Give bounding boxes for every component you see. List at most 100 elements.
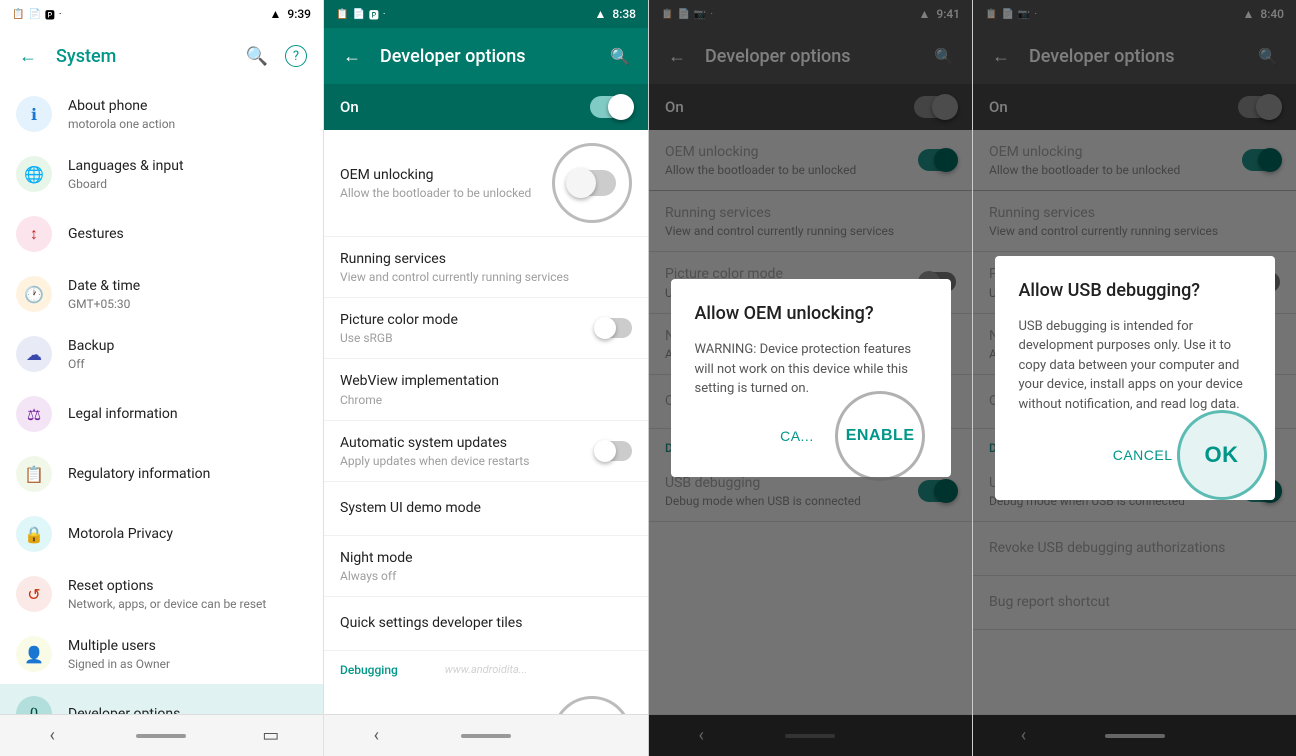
users-title: Multiple users — [68, 637, 307, 655]
regulatory-title: Regulatory information — [68, 465, 307, 483]
developer-on-row[interactable]: On — [324, 84, 648, 130]
usb-circle-highlight — [552, 696, 632, 714]
usb-dialog-title: Allow USB debugging? — [1019, 280, 1251, 301]
oem-subtitle: Allow the bootloader to be unlocked — [340, 186, 552, 200]
auto-updates-toggle[interactable] — [596, 441, 632, 461]
setting-legal[interactable]: ⚖ Legal information — [0, 384, 323, 444]
setting-languages[interactable]: 🌐 Languages & input Gboard — [0, 144, 323, 204]
privacy-text: Motorola Privacy — [68, 525, 307, 543]
datetime-title: Date & time — [68, 277, 307, 295]
auto-updates-title: Automatic system updates — [340, 434, 596, 452]
notification-icon-1: 📋 — [12, 9, 24, 20]
oem-cancel-button[interactable]: Ca... — [768, 419, 826, 453]
notification-icon-3: 🅿 — [45, 7, 55, 22]
oem-toggle[interactable] — [568, 170, 616, 196]
dev-item-quick-tiles[interactable]: Quick settings developer tiles — [324, 597, 648, 651]
developer-options-dialog1-panel: 📋 📄 📷 · ▲ 9:41 ← Developer options 🔍 On … — [648, 0, 972, 756]
usb-cancel-button[interactable]: Cancel — [1101, 434, 1185, 476]
running-title: Running services — [340, 250, 632, 268]
dev-item-color[interactable]: Picture color mode Use sRGB — [324, 298, 648, 359]
home-indicator-left[interactable] — [136, 734, 186, 738]
developer-on-toggle[interactable] — [590, 96, 632, 118]
gestures-icon: ↕ — [16, 216, 52, 252]
reset-text: Reset options Network, apps, or device c… — [68, 577, 307, 610]
dev-item-auto-updates[interactable]: Automatic system updates Apply updates w… — [324, 421, 648, 482]
color-toggle[interactable] — [596, 318, 632, 338]
languages-title: Languages & input — [68, 157, 307, 175]
night-title: Night mode — [340, 549, 632, 567]
dev-item-webview[interactable]: WebView implementation Chrome — [324, 359, 648, 420]
oem-dialog-title: Allow OEM unlocking? — [695, 303, 927, 324]
usb-ok-label: OK — [1205, 442, 1239, 467]
status-bar-middle: 📋 📄 🅿 · ▲ 8:38 — [324, 0, 648, 28]
setting-gestures[interactable]: ↕ Gestures — [0, 204, 323, 264]
quick-tiles-title: Quick settings developer tiles — [340, 614, 632, 632]
oem-dialog-overlay: Allow OEM unlocking? WARNING: Device pro… — [649, 0, 972, 756]
nav-bar-middle: ‹ — [324, 714, 648, 756]
setting-developer[interactable]: {} Developer options — [0, 684, 323, 714]
setting-reset[interactable]: ↺ Reset options Network, apps, or device… — [0, 564, 323, 624]
developer-on-toggle-knob — [608, 94, 634, 120]
time-left: 9:39 — [287, 7, 311, 21]
nav-bar-left: ‹ ▭ — [0, 714, 323, 756]
about-phone-text: About phone motorola one action — [68, 97, 307, 130]
oem-enable-button[interactable]: Enable — [834, 419, 927, 453]
oem-toggle-knob — [566, 168, 596, 198]
quick-tiles-text: Quick settings developer tiles — [340, 614, 632, 632]
back-nav-middle[interactable]: ‹ — [356, 716, 396, 756]
search-button-developer-main[interactable]: 🔍 — [608, 44, 632, 68]
dev-item-night[interactable]: Night mode Always off — [324, 536, 648, 597]
language-icon: 🌐 — [16, 156, 52, 192]
legal-text: Legal information — [68, 405, 307, 423]
night-text: Night mode Always off — [340, 549, 632, 583]
oem-dialog-content: WARNING: Device protection features will… — [695, 340, 927, 399]
dev-item-usb[interactable]: USB debugging Debug mode when USB is con… — [324, 683, 648, 714]
developer-title: Developer options — [68, 705, 307, 714]
developer-options-main-panel: 📋 📄 🅿 · ▲ 8:38 ← Developer options 🔍 On … — [323, 0, 648, 756]
languages-subtitle: Gboard — [68, 177, 307, 191]
dev-item-oem[interactable]: OEM unlocking Allow the bootloader to be… — [324, 130, 648, 237]
dev-item-running[interactable]: Running services View and control curren… — [324, 237, 648, 298]
oem-toggle-container — [552, 143, 632, 223]
ui-demo-text: System UI demo mode — [340, 499, 632, 517]
setting-backup[interactable]: ☁ Backup Off — [0, 324, 323, 384]
reset-subtitle: Network, apps, or device can be reset — [68, 597, 307, 611]
system-settings-list: ℹ About phone motorola one action 🌐 Lang… — [0, 84, 323, 714]
setting-users[interactable]: 👤 Multiple users Signed in as Owner — [0, 624, 323, 684]
oem-enable-label: Enable — [846, 427, 915, 444]
about-phone-title: About phone — [68, 97, 307, 115]
notification-dot: · — [59, 9, 62, 20]
auto-updates-text: Automatic system updates Apply updates w… — [340, 434, 596, 468]
wifi-icon-left: ▲ — [269, 7, 281, 21]
help-button-system[interactable]: ? — [285, 45, 307, 67]
info-icon: ℹ — [16, 96, 52, 132]
setting-datetime[interactable]: 🕐 Date & time GMT+05:30 — [0, 264, 323, 324]
status-icons-left: 📋 📄 🅿 · — [12, 7, 62, 22]
back-button-developer-main[interactable]: ← — [340, 44, 364, 68]
backup-subtitle: Off — [68, 357, 307, 371]
developer-options-dialog2-panel: 📋 📄 📷 · ▲ 8:40 ← Developer options 🔍 On … — [972, 0, 1296, 756]
users-subtitle: Signed in as Owner — [68, 657, 307, 671]
auto-updates-subtitle: Apply updates when device restarts — [340, 454, 596, 468]
backup-text: Backup Off — [68, 337, 307, 370]
color-title: Picture color mode — [340, 311, 596, 329]
recent-nav-left[interactable]: ▭ — [251, 716, 291, 756]
setting-privacy[interactable]: 🔒 Motorola Privacy — [0, 504, 323, 564]
home-indicator-middle[interactable] — [461, 734, 511, 738]
webview-title: WebView implementation — [340, 372, 632, 390]
setting-about-phone[interactable]: ℹ About phone motorola one action — [0, 84, 323, 144]
usb-dialog-actions: Cancel OK — [1019, 434, 1251, 476]
setting-regulatory[interactable]: 📋 Regulatory information — [0, 444, 323, 504]
users-icon: 👤 — [16, 636, 52, 672]
oem-text: OEM unlocking Allow the bootloader to be… — [340, 166, 552, 200]
dev-item-ui-demo[interactable]: System UI demo mode — [324, 482, 648, 536]
usb-dialog-overlay: Allow USB debugging? USB debugging is in… — [973, 0, 1296, 756]
usb-ok-button[interactable]: OK — [1193, 434, 1251, 476]
back-button-system[interactable]: ← — [16, 44, 40, 68]
developer-text: Developer options — [68, 705, 307, 714]
search-button-system[interactable]: 🔍 — [245, 44, 269, 68]
reset-icon: ↺ — [16, 576, 52, 612]
users-text: Multiple users Signed in as Owner — [68, 637, 307, 670]
back-nav-left[interactable]: ‹ — [32, 716, 72, 756]
datetime-subtitle: GMT+05:30 — [68, 297, 307, 311]
